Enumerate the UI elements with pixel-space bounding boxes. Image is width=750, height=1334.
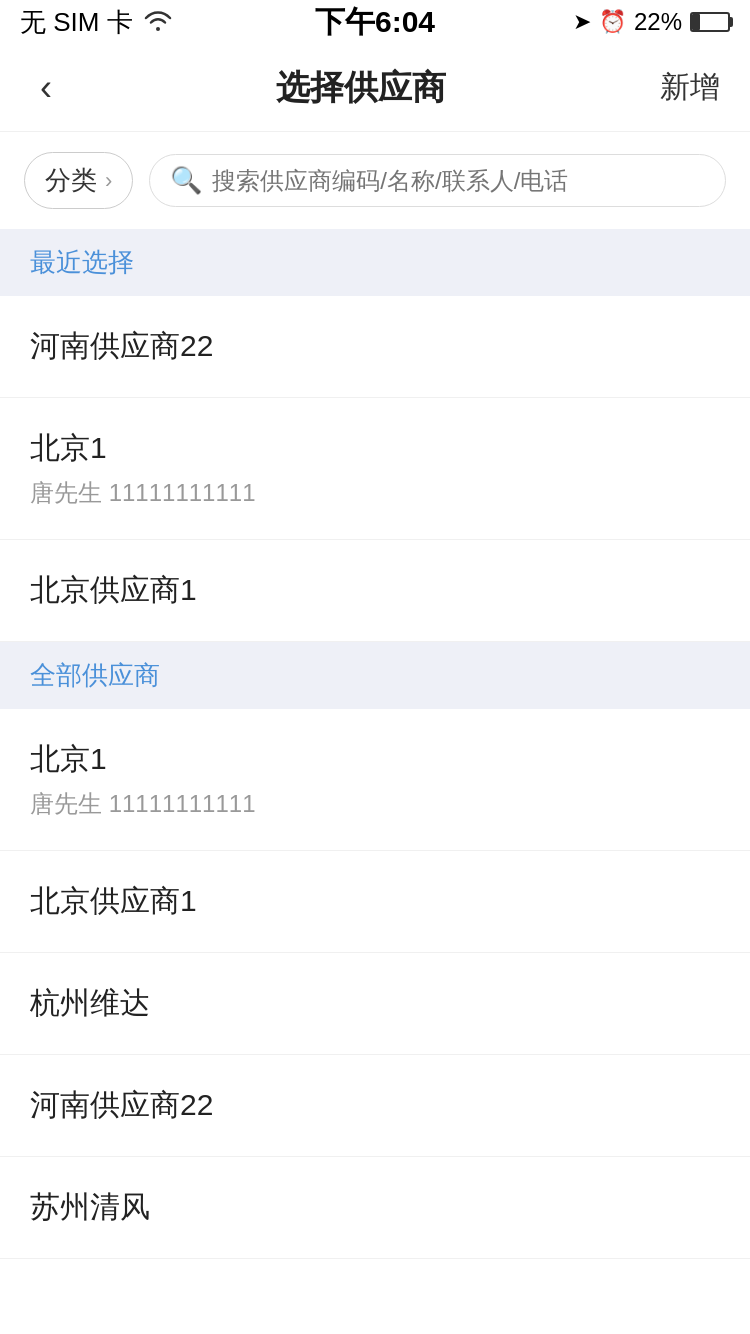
status-time: 下午6:04 xyxy=(315,2,435,43)
list-item-name: 北京1 xyxy=(30,428,720,469)
location-icon: ➤ xyxy=(573,9,591,35)
category-button[interactable]: 分类 › xyxy=(24,152,133,209)
alarm-icon: ⏰ xyxy=(599,9,626,35)
list-item[interactable]: 河南供应商22 xyxy=(0,1055,750,1157)
status-bar: 无 SIM 卡 下午6:04 ➤ ⏰ 22% xyxy=(0,0,750,44)
status-left: 无 SIM 卡 xyxy=(20,5,173,40)
filter-bar: 分类 › 🔍 xyxy=(0,132,750,229)
list-item[interactable]: 北京供应商1 xyxy=(0,851,750,953)
wifi-icon xyxy=(143,7,173,38)
list-item[interactable]: 北京1 唐先生 11111111111 xyxy=(0,709,750,851)
list-item-name: 河南供应商22 xyxy=(30,1085,720,1126)
list-item-name: 北京供应商1 xyxy=(30,881,720,922)
all-section-header: 全部供应商 xyxy=(0,642,750,709)
add-button[interactable]: 新增 xyxy=(660,67,720,108)
category-label: 分类 xyxy=(45,163,97,198)
recent-section-header: 最近选择 xyxy=(0,229,750,296)
list-item-name: 苏州清风 xyxy=(30,1187,720,1228)
search-box[interactable]: 🔍 xyxy=(149,154,726,207)
battery-text: 22% xyxy=(634,8,682,36)
all-section-label: 全部供应商 xyxy=(30,660,160,690)
list-item-name: 北京供应商1 xyxy=(30,570,720,611)
list-item[interactable]: 苏州清风 xyxy=(0,1157,750,1259)
carrier-text: 无 SIM 卡 xyxy=(20,5,133,40)
recent-section-label: 最近选择 xyxy=(30,247,134,277)
list-item-sub: 唐先生 11111111111 xyxy=(30,477,720,509)
list-item-name: 北京1 xyxy=(30,739,720,780)
list-item[interactable]: 北京供应商1 xyxy=(0,540,750,642)
list-item-sub: 唐先生 11111111111 xyxy=(30,788,720,820)
search-icon: 🔍 xyxy=(170,165,202,196)
nav-bar: ‹ 选择供应商 新增 xyxy=(0,44,750,132)
list-item[interactable]: 杭州维达 xyxy=(0,953,750,1055)
chevron-right-icon: › xyxy=(105,168,112,194)
list-item[interactable]: 北京1 唐先生 11111111111 xyxy=(0,398,750,540)
page-title: 选择供应商 xyxy=(276,65,446,111)
list-item-name: 河南供应商22 xyxy=(30,326,720,367)
battery-icon xyxy=(690,12,730,32)
all-items-list: 北京1 唐先生 11111111111 北京供应商1 杭州维达河南供应商22 苏州清风 xyxy=(0,709,750,1259)
list-item[interactable]: 河南供应商22 xyxy=(0,296,750,398)
back-button[interactable]: ‹ xyxy=(30,57,62,119)
search-input[interactable] xyxy=(212,167,705,195)
status-right: ➤ ⏰ 22% xyxy=(573,8,730,36)
list-item-name: 杭州维达 xyxy=(30,983,720,1024)
recent-items-list: 河南供应商22 北京1 唐先生 11111111111 北京供应商1 xyxy=(0,296,750,642)
